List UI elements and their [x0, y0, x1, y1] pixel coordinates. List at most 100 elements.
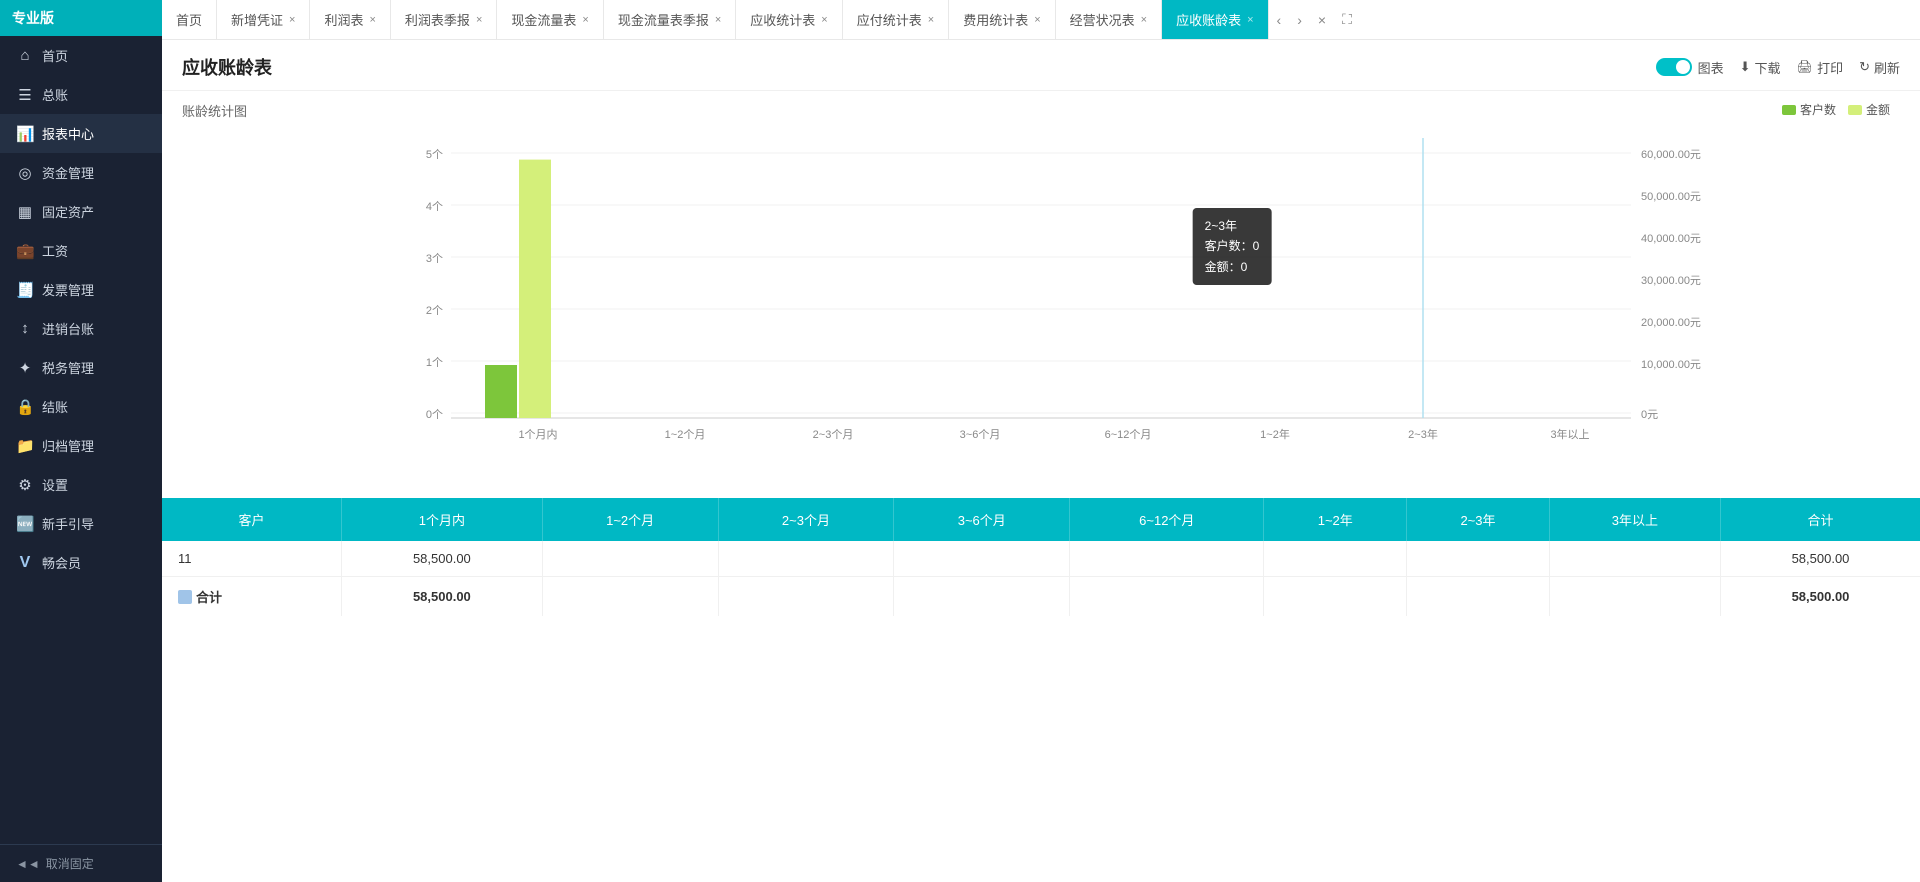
bar-customer-0 — [485, 365, 517, 418]
refresh-button[interactable]: ↻ 刷新 — [1859, 58, 1900, 77]
tab-profit-close[interactable]: × — [369, 14, 375, 26]
svg-text:1个: 1个 — [426, 356, 443, 369]
tab-payable-stat-label: 应付统计表 — [857, 10, 922, 29]
svg-text:0个: 0个 — [426, 408, 443, 421]
tab-cashflow-close[interactable]: × — [582, 14, 588, 26]
sidebar-item-vip[interactable]: V 畅会员 — [0, 543, 162, 582]
tab-next-button[interactable]: › — [1289, 0, 1310, 39]
sidebar-item-label: 首页 — [42, 46, 68, 65]
toggle-thumb — [1676, 60, 1690, 74]
sales-icon: ↕ — [16, 320, 34, 337]
chart-container: 5个 4个 3个 2个 1个 0个 60,000.00元 50,000.00元 … — [182, 128, 1900, 488]
tab-prev-button[interactable]: ‹ — [1269, 0, 1290, 39]
svg-text:5个: 5个 — [426, 148, 443, 161]
tab-home-label: 首页 — [176, 10, 202, 29]
reports-icon: 📊 — [16, 125, 34, 143]
sidebar-item-tax[interactable]: ✦ 税务管理 — [0, 348, 162, 387]
tab-cashflow-label: 现金流量表 — [511, 10, 576, 29]
sidebar-item-salary[interactable]: 💼 工资 — [0, 231, 162, 270]
tab-close-button[interactable]: × — [1310, 0, 1334, 39]
ledger-icon: ☰ — [16, 86, 34, 104]
col-m3-6: 3~6个月 — [894, 498, 1070, 541]
tab-cashflow-quarterly-close[interactable]: × — [715, 14, 721, 26]
sidebar-item-invoice[interactable]: 🧾 发票管理 — [0, 270, 162, 309]
cell-m1: 58,500.00 — [342, 541, 543, 577]
closing-icon: 🔒 — [16, 398, 34, 416]
guide-icon: 🆕 — [16, 515, 34, 533]
refresh-icon: ↻ — [1859, 59, 1870, 75]
main-content: 首页 新增凭证 × 利润表 × 利润表季报 × 现金流量表 × 现金流量表季报 … — [162, 0, 1920, 882]
download-button[interactable]: ⬇ 下载 — [1740, 58, 1781, 77]
chart-svg: 5个 4个 3个 2个 1个 0个 60,000.00元 50,000.00元 … — [182, 128, 1900, 488]
table-footer-row: 合计 58,500.00 58,500.00 — [162, 577, 1920, 617]
sidebar-item-reports[interactable]: 📊 报表中心 — [0, 114, 162, 153]
sidebar-item-home[interactable]: ⌂ 首页 — [0, 36, 162, 75]
tab-receivable-aging[interactable]: 应收账龄表 × — [1162, 0, 1268, 39]
table-row: 11 58,500.00 58,500.00 — [162, 541, 1920, 577]
print-button[interactable]: 🖨 打印 — [1797, 58, 1844, 77]
tab-voucher-close[interactable]: × — [289, 14, 295, 26]
tab-business-stat-close[interactable]: × — [1141, 14, 1147, 26]
tab-cashflow-quarterly-label: 现金流量表季报 — [618, 10, 709, 29]
sidebar-unpin-button[interactable]: ◄◄ 取消固定 — [0, 844, 162, 882]
tab-profit-label: 利润表 — [324, 10, 363, 29]
sidebar-item-guide[interactable]: 🆕 新手引导 — [0, 504, 162, 543]
col-y2-3: 2~3年 — [1407, 498, 1550, 541]
page-header: 应收账龄表 图表 ⬇ 下载 🖨 打印 ↻ 刷新 — [162, 40, 1920, 91]
tab-profit-quarterly[interactable]: 利润表季报 × — [391, 0, 497, 39]
sidebar-logo: 专业版 — [0, 0, 162, 36]
tab-receivable-stat-close[interactable]: × — [821, 14, 827, 26]
tab-cashflow[interactable]: 现金流量表 × — [497, 0, 603, 39]
sidebar-item-ledger[interactable]: ☰ 总账 — [0, 75, 162, 114]
tab-business-stat-label: 经营状况表 — [1070, 10, 1135, 29]
col-customer: 客户 — [162, 498, 342, 541]
legend-amount: 金额 — [1848, 101, 1890, 118]
tab-voucher[interactable]: 新增凭证 × — [217, 0, 310, 39]
sidebar-item-settings[interactable]: ⚙ 设置 — [0, 465, 162, 504]
legend-amount-icon — [1848, 105, 1862, 115]
tab-receivable-stat[interactable]: 应收统计表 × — [736, 0, 842, 39]
svg-text:6~12个月: 6~12个月 — [1105, 428, 1152, 441]
tab-receivable-aging-close[interactable]: × — [1247, 14, 1253, 26]
total-icon — [178, 590, 192, 604]
sidebar-item-label: 税务管理 — [42, 358, 94, 377]
footer-label: 合计 — [162, 577, 342, 617]
tab-business-stat[interactable]: 经营状况表 × — [1056, 0, 1162, 39]
sidebar-item-assets[interactable]: ▦ 固定资产 — [0, 192, 162, 231]
tab-payable-stat[interactable]: 应付统计表 × — [843, 0, 949, 39]
tab-expense-stat-close[interactable]: × — [1034, 14, 1040, 26]
home-icon: ⌂ — [16, 47, 34, 64]
sidebar-item-closing[interactable]: 🔒 结账 — [0, 387, 162, 426]
tab-profit-quarterly-close[interactable]: × — [476, 14, 482, 26]
tab-cashflow-quarterly[interactable]: 现金流量表季报 × — [604, 0, 736, 39]
chart-toggle[interactable]: 图表 — [1656, 58, 1724, 77]
sidebar-item-sales[interactable]: ↕ 进销台账 — [0, 309, 162, 348]
svg-text:20,000.00元: 20,000.00元 — [1641, 317, 1701, 329]
chart-area: 账龄统计图 客户数 金额 5个 4个 3个 2个 1个 — [162, 91, 1920, 498]
sidebar-item-label: 进销台账 — [42, 319, 94, 338]
svg-text:3个: 3个 — [426, 252, 443, 265]
tab-maximize-button[interactable]: ⛶ — [1334, 0, 1360, 39]
col-total: 合计 — [1721, 498, 1920, 541]
svg-text:0元: 0元 — [1641, 409, 1658, 421]
sidebar-item-archive[interactable]: 📁 归档管理 — [0, 426, 162, 465]
tab-home[interactable]: 首页 — [162, 0, 217, 39]
toggle-track[interactable] — [1656, 58, 1692, 76]
page-content: 应收账龄表 图表 ⬇ 下载 🖨 打印 ↻ 刷新 — [162, 40, 1920, 882]
footer-total: 58,500.00 — [1721, 577, 1920, 617]
legend-customer-count: 客户数 — [1782, 101, 1836, 118]
svg-text:40,000.00元: 40,000.00元 — [1641, 233, 1701, 245]
print-label: 打印 — [1817, 58, 1843, 77]
unpin-label: 取消固定 — [46, 855, 94, 872]
tab-profit[interactable]: 利润表 × — [310, 0, 390, 39]
tab-payable-stat-close[interactable]: × — [928, 14, 934, 26]
legend-customer-icon — [1782, 105, 1796, 115]
print-icon: 🖨 — [1797, 59, 1814, 75]
sidebar-item-label: 设置 — [42, 475, 68, 494]
cell-total: 58,500.00 — [1721, 541, 1920, 577]
cell-m2-3 — [718, 541, 894, 577]
col-m2-3: 2~3个月 — [718, 498, 894, 541]
tab-expense-stat[interactable]: 费用统计表 × — [949, 0, 1055, 39]
sidebar-item-funds[interactable]: ◎ 资金管理 — [0, 153, 162, 192]
sidebar-item-label: 新手引导 — [42, 514, 94, 533]
